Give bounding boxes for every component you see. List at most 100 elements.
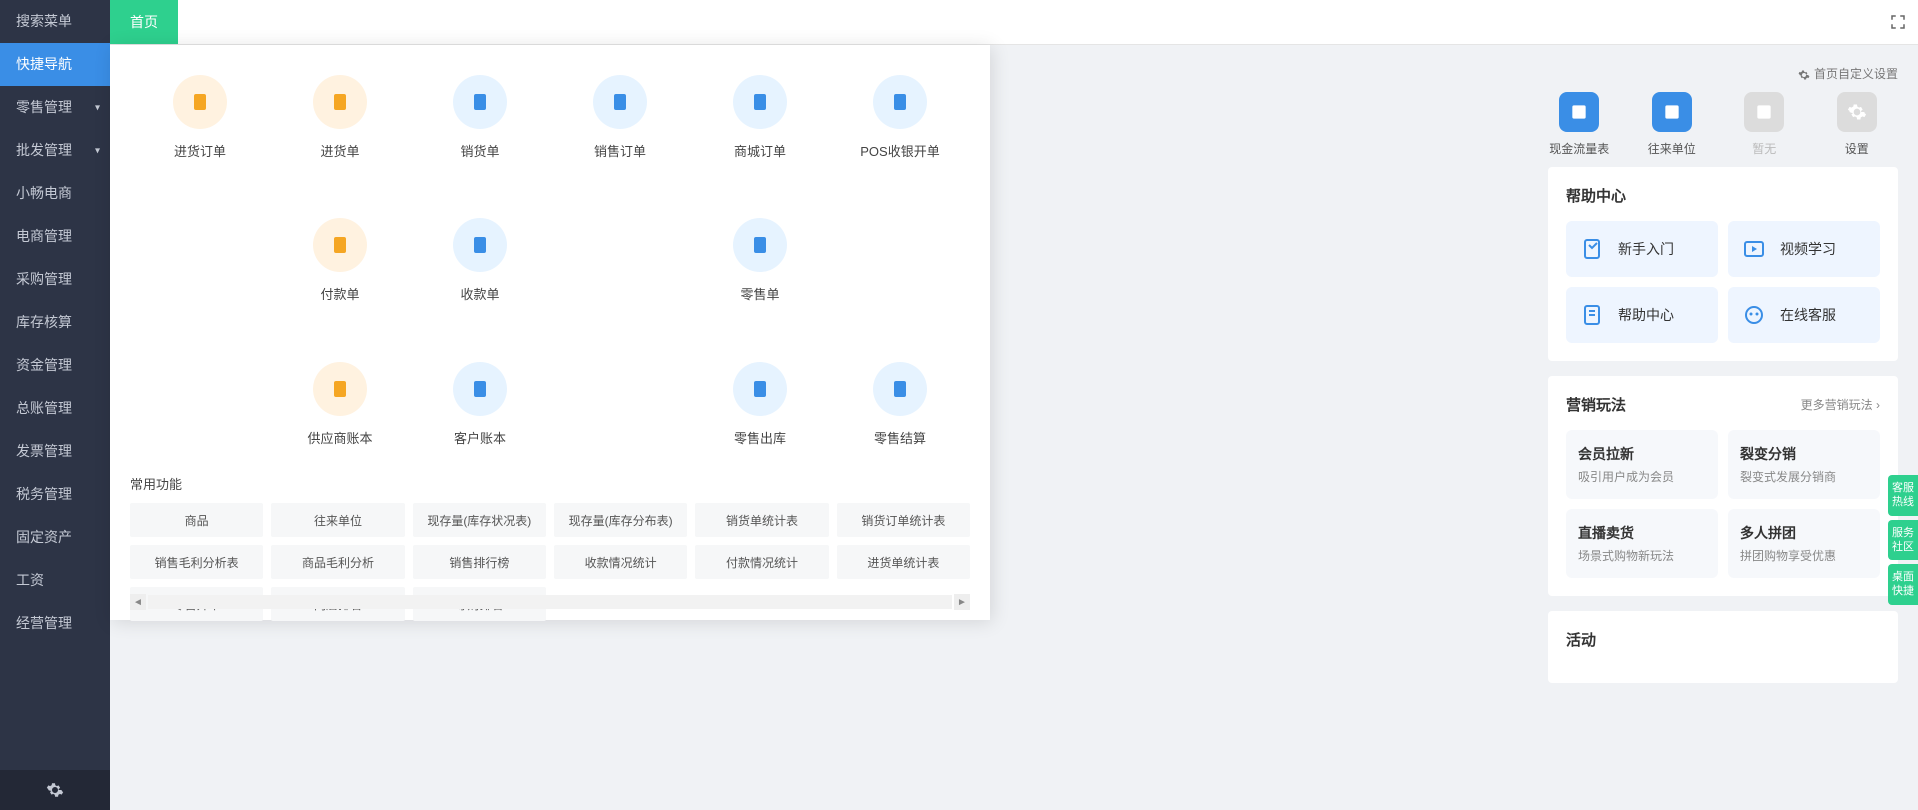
common-function-button[interactable]: 往来单位 <box>271 503 404 537</box>
sidebar-item[interactable]: 采购管理 <box>0 258 110 301</box>
scroll-track[interactable] <box>148 595 952 609</box>
sidebar-item[interactable]: 库存核算 <box>0 301 110 344</box>
quick-nav-flyout: 进货订单进货单销货单销售订单商城订单POS收银开单付款单收款单 零售单供应商账本客… <box>110 45 990 620</box>
help-icon <box>1578 235 1606 263</box>
sidebar-item[interactable]: 总账管理 <box>0 387 110 430</box>
promo-subtitle: 场景式购物新玩法 <box>1578 547 1706 564</box>
flow-node-icon <box>313 362 367 416</box>
quick-shortcut[interactable]: 暂无 <box>1733 92 1796 157</box>
promo-title: 直播卖货 <box>1578 523 1706 543</box>
scroll-left-icon[interactable]: ◄ <box>130 594 146 610</box>
sidebar-item[interactable]: 经营管理 <box>0 602 110 645</box>
flow-node[interactable]: 零售单 <box>690 218 830 326</box>
flow-node-label: 付款单 <box>270 284 410 303</box>
sidebar-item[interactable]: 批发管理▾ <box>0 129 110 172</box>
help-card[interactable]: 在线客服 <box>1728 287 1880 343</box>
shortcut-icon <box>1744 92 1784 132</box>
sidebar-item[interactable]: 固定资产 <box>0 516 110 559</box>
promo-card[interactable]: 会员拉新吸引用户成为会员 <box>1566 430 1718 499</box>
help-panel-title: 帮助中心 <box>1566 185 1880 206</box>
activity-panel-title: 活动 <box>1566 629 1880 650</box>
flyout-scrollbar[interactable]: ◄ ► <box>130 594 970 610</box>
flow-node[interactable]: 客户账本 <box>410 362 550 470</box>
chevron-down-icon: ▾ <box>95 129 100 172</box>
flow-node[interactable]: 进货单 <box>270 75 410 183</box>
flow-node[interactable]: 销货单 <box>410 75 550 183</box>
common-function-button[interactable]: 商品毛利分析 <box>271 545 404 579</box>
sidebar-settings[interactable] <box>0 770 110 810</box>
common-function-button[interactable]: 现存量(库存分布表) <box>554 503 687 537</box>
promo-title: 会员拉新 <box>1578 444 1706 464</box>
flow-node-label: 进货单 <box>270 141 410 160</box>
common-function-button[interactable]: 进货单统计表 <box>837 545 970 579</box>
flow-node[interactable]: 零售出库 <box>690 362 830 470</box>
common-function-button[interactable]: 现存量(库存状况表) <box>413 503 546 537</box>
flow-node-icon <box>313 218 367 272</box>
flow-node-label: 进货订单 <box>130 141 270 160</box>
promo-more-link[interactable]: 更多营销玩法 › <box>1801 396 1880 413</box>
flow-node-label: 零售出库 <box>690 428 830 447</box>
sidebar-item[interactable]: 资金管理 <box>0 344 110 387</box>
sidebar-item[interactable]: 小畅电商 <box>0 172 110 215</box>
flow-node[interactable]: 收款单 <box>410 218 550 326</box>
flow-node[interactable]: POS收银开单 <box>830 75 970 183</box>
flow-node-icon <box>733 75 787 129</box>
promo-panel: 营销玩法 更多营销玩法 › 会员拉新吸引用户成为会员裂变分销裂变式发展分销商直播… <box>1548 376 1898 596</box>
sidebar-item[interactable]: 发票管理 <box>0 430 110 473</box>
help-panel: 帮助中心 新手入门视频学习帮助中心在线客服 <box>1548 167 1898 361</box>
flow-node[interactable]: 销售订单 <box>550 75 690 183</box>
float-side-button[interactable]: 客服热线 <box>1888 475 1918 516</box>
help-label: 帮助中心 <box>1618 305 1674 325</box>
sidebar-item[interactable]: 搜索菜单 <box>0 0 110 43</box>
float-side-button[interactable]: 桌面快捷 <box>1888 564 1918 605</box>
help-card[interactable]: 视频学习 <box>1728 221 1880 277</box>
quick-shortcut[interactable]: 设置 <box>1826 92 1889 157</box>
flow-node-label: POS收银开单 <box>830 141 970 160</box>
fullscreen-button[interactable] <box>1878 0 1918 44</box>
common-function-button[interactable]: 销售毛利分析表 <box>130 545 263 579</box>
flow-node-icon <box>873 75 927 129</box>
common-function-button[interactable]: 销货单统计表 <box>695 503 828 537</box>
sidebar-item[interactable]: 税务管理 <box>0 473 110 516</box>
sidebar-item[interactable]: 零售管理▾ <box>0 86 110 129</box>
promo-card[interactable]: 多人拼团拼团购物享受优惠 <box>1728 509 1880 578</box>
flow-node[interactable]: 付款单 <box>270 218 410 326</box>
promo-subtitle: 拼团购物享受优惠 <box>1740 547 1868 564</box>
promo-card[interactable]: 裂变分销裂变式发展分销商 <box>1728 430 1880 499</box>
help-icon <box>1740 235 1768 263</box>
common-function-button[interactable]: 商品 <box>130 503 263 537</box>
promo-card[interactable]: 直播卖货场景式购物新玩法 <box>1566 509 1718 578</box>
home-custom-settings[interactable]: 首页自定义设置 <box>1548 65 1898 82</box>
common-function-button[interactable]: 销售排行榜 <box>413 545 546 579</box>
flow-node-icon <box>733 218 787 272</box>
quick-shortcut[interactable]: 往来单位 <box>1641 92 1704 157</box>
flow-node-label: 销货单 <box>410 141 550 160</box>
common-function-button[interactable]: 销货订单统计表 <box>837 503 970 537</box>
flow-node[interactable]: 供应商账本 <box>270 362 410 470</box>
shortcut-label: 暂无 <box>1733 140 1796 157</box>
common-function-button[interactable]: 付款情况统计 <box>695 545 828 579</box>
flow-node[interactable]: 进货订单 <box>130 75 270 183</box>
flow-node-icon <box>313 75 367 129</box>
scroll-right-icon[interactable]: ► <box>954 594 970 610</box>
sidebar-item[interactable]: 电商管理 <box>0 215 110 258</box>
flow-node-icon <box>733 362 787 416</box>
flow-node-icon <box>173 75 227 129</box>
help-icon <box>1578 301 1606 329</box>
help-label: 新手入门 <box>1618 239 1674 259</box>
flow-node-label: 客户账本 <box>410 428 550 447</box>
flow-node-label: 收款单 <box>410 284 550 303</box>
flow-node-label: 销售订单 <box>550 141 690 160</box>
sidebar-item[interactable]: 快捷导航 <box>0 43 110 86</box>
sidebar-item[interactable]: 工资 <box>0 559 110 602</box>
quick-shortcut[interactable]: 现金流量表 <box>1548 92 1611 157</box>
help-card[interactable]: 帮助中心 <box>1566 287 1718 343</box>
flow-node[interactable]: 商城订单 <box>690 75 830 183</box>
shortcut-label: 设置 <box>1826 140 1889 157</box>
help-card[interactable]: 新手入门 <box>1566 221 1718 277</box>
promo-subtitle: 裂变式发展分销商 <box>1740 468 1868 485</box>
float-side-button[interactable]: 服务社区 <box>1888 520 1918 561</box>
tab-home[interactable]: 首页 <box>110 0 178 44</box>
common-function-button[interactable]: 收款情况统计 <box>554 545 687 579</box>
flow-node[interactable]: 零售结算 <box>830 362 970 470</box>
